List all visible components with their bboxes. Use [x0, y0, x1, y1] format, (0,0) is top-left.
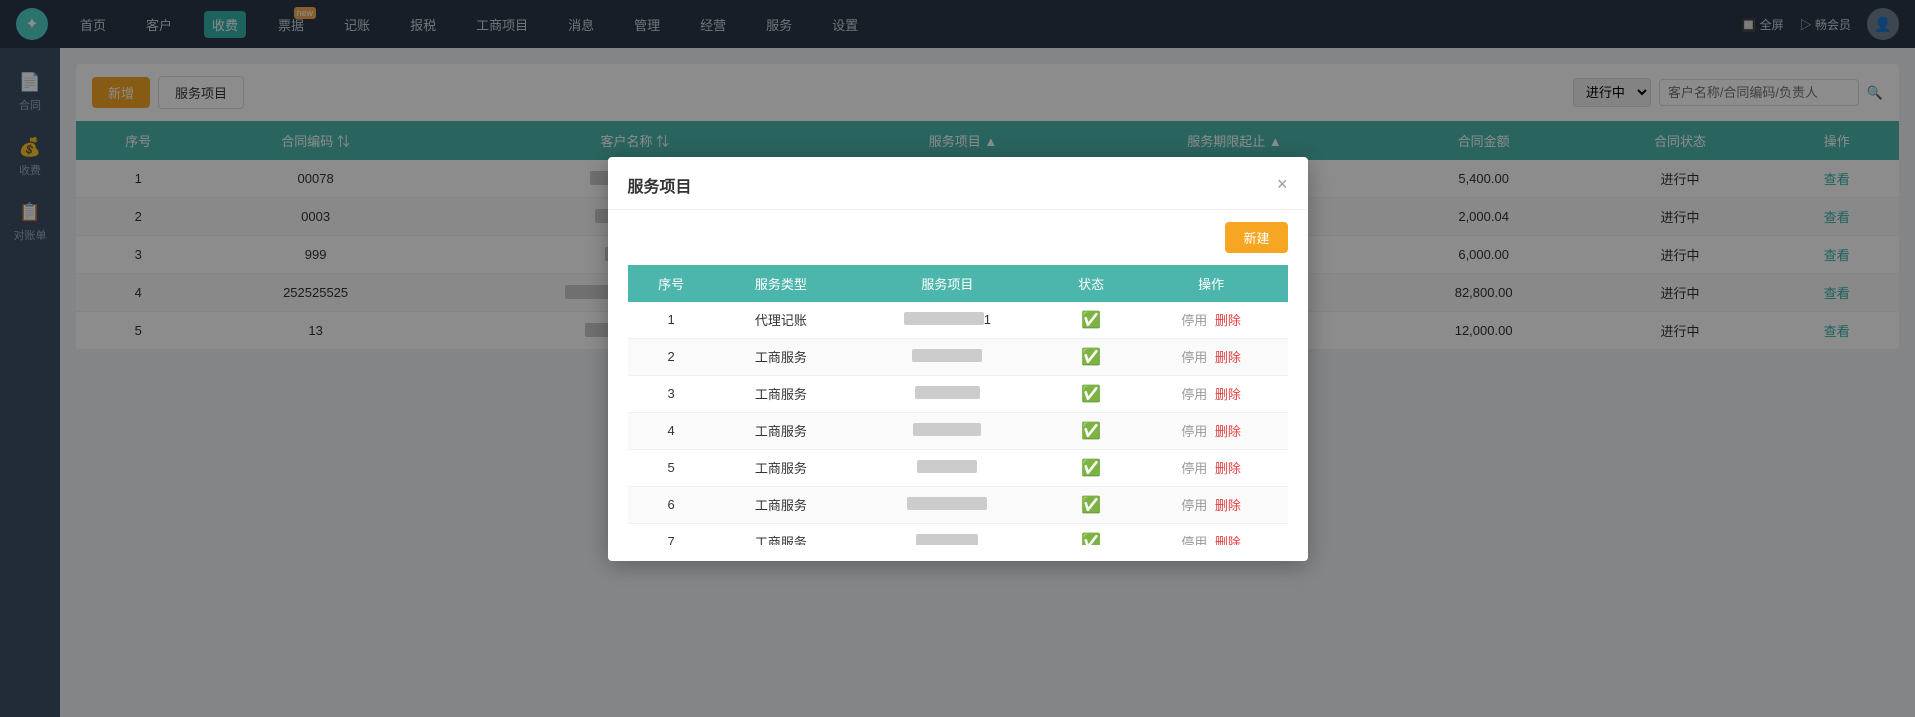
modal-cell-actions[interactable]: 停用 删除: [1135, 486, 1288, 523]
modal-cell-actions[interactable]: 停用 删除: [1135, 338, 1288, 375]
modal-cell-actions[interactable]: 停用 删除: [1135, 375, 1288, 412]
modal-cell-item: [847, 486, 1047, 523]
modal-cell-seq: 2: [628, 338, 715, 375]
modal-table-row: 6 工商服务 ✅ 停用 删除: [628, 486, 1288, 523]
modal-col-seq: 序号: [628, 265, 715, 302]
modal-table-row: 4 工商服务 ✅ 停用 删除: [628, 412, 1288, 449]
modal-cell-actions[interactable]: 停用 删除: [1135, 523, 1288, 545]
modal-cell-type: 工商服务: [715, 375, 847, 412]
modal-header: 服务项目 ×: [608, 157, 1308, 210]
modal-cell-seq: 7: [628, 523, 715, 545]
disable-button[interactable]: 停用: [1181, 310, 1207, 329]
overlay[interactable]: 服务项目 × 新建 序号 服务类型 服务项目 状态 操作: [0, 0, 1915, 717]
modal-cell-seq: 6: [628, 486, 715, 523]
modal-cell-status: ✅: [1048, 375, 1135, 412]
modal-cell-actions[interactable]: 停用 删除: [1135, 449, 1288, 486]
modal-close-button[interactable]: ×: [1277, 174, 1288, 195]
modal-cell-actions[interactable]: 停用 删除: [1135, 302, 1288, 339]
delete-button[interactable]: 删除: [1215, 310, 1241, 329]
delete-button[interactable]: 删除: [1215, 532, 1241, 545]
modal-cell-status: ✅: [1048, 449, 1135, 486]
modal-new-button[interactable]: 新建: [1225, 222, 1287, 253]
modal-cell-item: [847, 375, 1047, 412]
modal-col-status: 状态: [1048, 265, 1135, 302]
status-active-icon: ✅: [1081, 349, 1101, 366]
delete-button[interactable]: 删除: [1215, 495, 1241, 514]
modal-toolbar: 新建: [628, 222, 1288, 253]
modal-cell-status: ✅: [1048, 302, 1135, 339]
status-active-icon: ✅: [1081, 497, 1101, 514]
status-active-icon: ✅: [1081, 534, 1101, 545]
status-active-icon: ✅: [1081, 460, 1101, 477]
modal-cell-item: [847, 449, 1047, 486]
modal-cell-status: ✅: [1048, 412, 1135, 449]
modal-body: 新建 序号 服务类型 服务项目 状态 操作 1 代理记账: [608, 210, 1308, 561]
modal-cell-type: 工商服务: [715, 523, 847, 545]
modal-table-row: 1 代理记账 1 ✅ 停用 删除: [628, 302, 1288, 339]
modal-cell-status: ✅: [1048, 523, 1135, 545]
disable-button[interactable]: 停用: [1181, 347, 1207, 366]
delete-button[interactable]: 删除: [1215, 421, 1241, 440]
modal-cell-seq: 5: [628, 449, 715, 486]
disable-button[interactable]: 停用: [1181, 532, 1207, 545]
modal-cell-item: [847, 412, 1047, 449]
disable-button[interactable]: 停用: [1181, 495, 1207, 514]
modal-cell-type: 工商服务: [715, 449, 847, 486]
disable-button[interactable]: 停用: [1181, 384, 1207, 403]
modal-cell-seq: 4: [628, 412, 715, 449]
modal-cell-actions[interactable]: 停用 删除: [1135, 412, 1288, 449]
disable-button[interactable]: 停用: [1181, 458, 1207, 477]
modal-cell-item: [847, 523, 1047, 545]
status-active-icon: ✅: [1081, 423, 1101, 440]
modal-table-row: 3 工商服务 ✅ 停用 删除: [628, 375, 1288, 412]
modal-table-row: 5 工商服务 ✅ 停用 删除: [628, 449, 1288, 486]
modal-table-row: 7 工商服务 ✅ 停用 删除: [628, 523, 1288, 545]
modal-col-action: 操作: [1135, 265, 1288, 302]
modal-cell-seq: 3: [628, 375, 715, 412]
delete-button[interactable]: 删除: [1215, 384, 1241, 403]
modal-col-type: 服务类型: [715, 265, 847, 302]
disable-button[interactable]: 停用: [1181, 421, 1207, 440]
modal-cell-item: [847, 338, 1047, 375]
modal-col-item: 服务项目: [847, 265, 1047, 302]
modal-service-items: 服务项目 × 新建 序号 服务类型 服务项目 状态 操作: [608, 157, 1308, 561]
modal-cell-type: 工商服务: [715, 486, 847, 523]
modal-title: 服务项目: [628, 173, 692, 197]
modal-cell-type: 代理记账: [715, 302, 847, 339]
delete-button[interactable]: 删除: [1215, 347, 1241, 366]
modal-scroll-area[interactable]: 序号 服务类型 服务项目 状态 操作 1 代理记账 1 ✅ 停用 删除 2: [628, 265, 1288, 545]
modal-table-row: 2 工商服务 ✅ 停用 删除: [628, 338, 1288, 375]
modal-cell-status: ✅: [1048, 338, 1135, 375]
modal-cell-type: 工商服务: [715, 338, 847, 375]
status-active-icon: ✅: [1081, 312, 1101, 329]
status-active-icon: ✅: [1081, 386, 1101, 403]
modal-cell-status: ✅: [1048, 486, 1135, 523]
modal-cell-seq: 1: [628, 302, 715, 339]
modal-cell-item: 1: [847, 302, 1047, 339]
delete-button[interactable]: 删除: [1215, 458, 1241, 477]
modal-table: 序号 服务类型 服务项目 状态 操作 1 代理记账 1 ✅ 停用 删除 2: [628, 265, 1288, 545]
modal-cell-type: 工商服务: [715, 412, 847, 449]
